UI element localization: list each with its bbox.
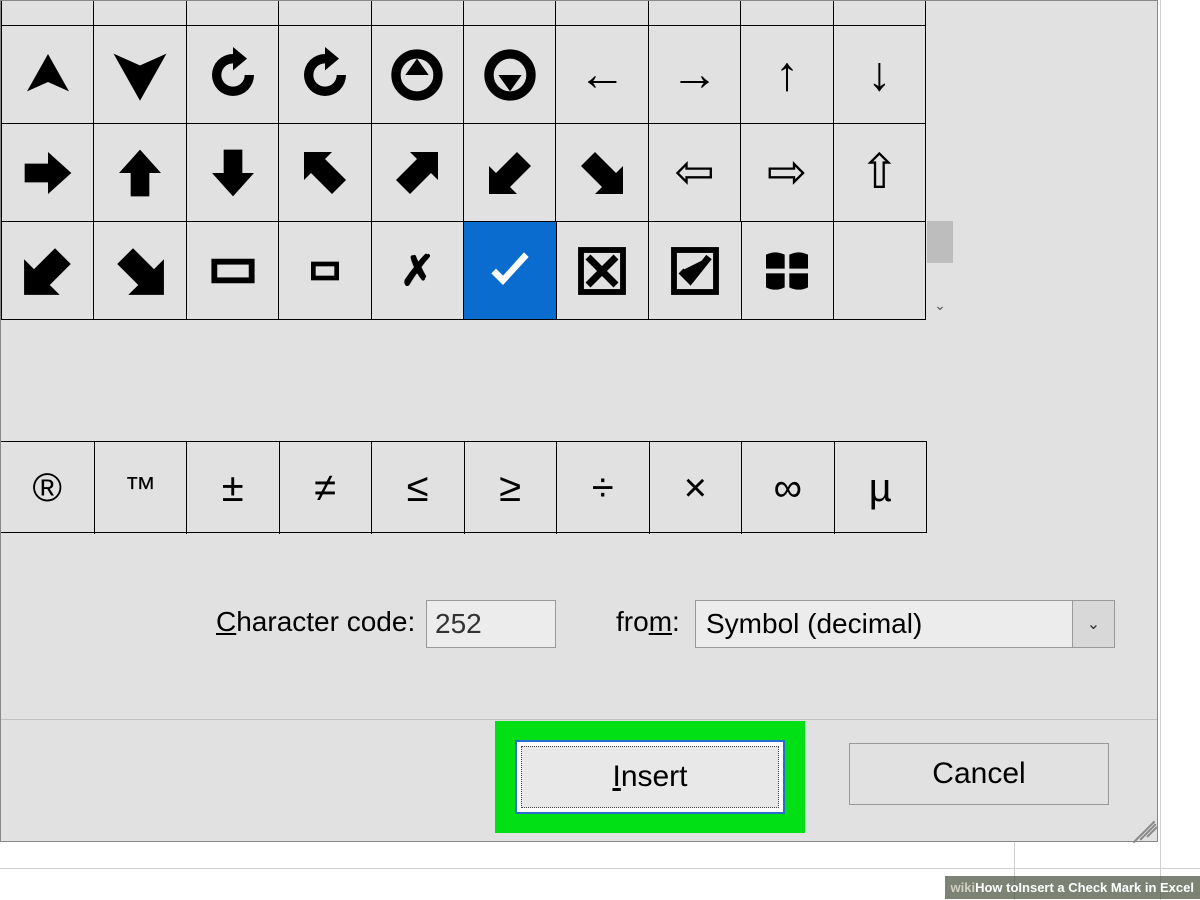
insert-button-focus: Insert	[515, 740, 785, 814]
symbol-arrow-down-bold[interactable]	[186, 123, 278, 221]
symbol-check-box[interactable]	[648, 221, 740, 319]
symbol-cell[interactable]	[278, 1, 370, 25]
symbol-circle-arrow-right[interactable]	[278, 25, 370, 123]
symbol-arrow-right-outline[interactable]: ⇨	[740, 123, 832, 221]
tutorial-highlight: Insert	[495, 721, 805, 833]
symbol-cell[interactable]	[371, 1, 463, 25]
symbol-cell[interactable]	[833, 1, 925, 25]
symbol-x-mark[interactable]: ✗	[371, 221, 463, 319]
symbol-arrow-downleft-bold[interactable]	[463, 123, 555, 221]
recent-multiply[interactable]: ×	[649, 442, 742, 534]
scrollbar-thumb[interactable]	[927, 221, 953, 263]
symbol-x-box[interactable]	[556, 221, 648, 319]
controls-row: Character code: from: Symbol (decimal) ⌄	[1, 606, 1157, 656]
symbol-arrow-up-outline[interactable]	[1, 25, 93, 123]
symbol-rectangle-small[interactable]	[278, 221, 370, 319]
symbol-arrow-downright-outline[interactable]	[93, 221, 185, 319]
symbol-cell[interactable]	[93, 1, 185, 25]
symbol-row: ← → ↑ ↓	[1, 25, 925, 123]
symbol-cell[interactable]	[186, 1, 278, 25]
character-code-label: Character code:	[216, 606, 415, 638]
symbol-arrow-downleft-outline[interactable]	[1, 221, 93, 319]
symbol-cell[interactable]	[1, 1, 93, 25]
symbol-arrow-left-outline[interactable]: ⇦	[648, 123, 740, 221]
symbol-cell[interactable]	[555, 1, 647, 25]
from-label: from:	[616, 606, 680, 638]
symbol-cell[interactable]	[648, 1, 740, 25]
chevron-down-icon[interactable]: ⌄	[1072, 601, 1114, 647]
dialog-button-row: Insert Cancel	[1, 741, 1157, 833]
symbol-arrow-downright-bold[interactable]	[555, 123, 647, 221]
symbol-arrow-right-bold[interactable]	[1, 123, 93, 221]
from-dropdown[interactable]: Symbol (decimal) ⌄	[695, 600, 1115, 648]
scrollbar-down-icon[interactable]: ⌄	[927, 291, 953, 319]
symbol-cell-empty[interactable]	[833, 221, 925, 319]
symbol-arrow-down-outline[interactable]	[93, 25, 185, 123]
recent-plus-minus[interactable]: ±	[186, 442, 279, 534]
watermark-text: wikiHow to Insert a Check Mark in Excel	[945, 876, 1200, 899]
recent-registered[interactable]: ®	[1, 442, 94, 534]
symbol-rectangle[interactable]	[186, 221, 278, 319]
recent-divide[interactable]: ÷	[556, 442, 649, 534]
symbol-arrow-upright-bold[interactable]	[371, 123, 463, 221]
symbol-circle-arrow-left[interactable]	[186, 25, 278, 123]
character-code-input[interactable]	[426, 600, 556, 648]
symbol-arrow-down[interactable]: ↓	[833, 25, 925, 123]
separator	[1, 719, 1157, 720]
symbol-arrow-up[interactable]: ↑	[740, 25, 832, 123]
recent-micro[interactable]: µ	[834, 442, 927, 534]
symbol-cell[interactable]	[740, 1, 832, 25]
recent-less-equal[interactable]: ≤	[371, 442, 464, 534]
symbol-grid: ← → ↑ ↓ ⇦ ⇨ ⇧ ✗	[1, 1, 926, 320]
cancel-button[interactable]: Cancel	[849, 743, 1109, 805]
symbol-circle-arrow-up[interactable]	[371, 25, 463, 123]
insert-button[interactable]: Insert	[521, 746, 779, 808]
recent-infinity[interactable]: ∞	[741, 442, 834, 534]
symbol-row: ⇦ ⇨ ⇧	[1, 123, 925, 221]
recent-greater-equal[interactable]: ≥	[464, 442, 557, 534]
symbol-row: ✗	[1, 221, 925, 319]
symbol-circle-arrow-down[interactable]	[463, 25, 555, 123]
symbol-arrow-right[interactable]: →	[648, 25, 740, 123]
symbol-arrow-up-outline2[interactable]: ⇧	[833, 123, 925, 221]
symbol-row-partial	[1, 1, 925, 25]
symbol-arrow-up-bold[interactable]	[93, 123, 185, 221]
recent-symbols-grid: ® ™ ± ≠ ≤ ≥ ÷ × ∞ µ	[1, 441, 927, 533]
wikihow-watermark: wikiHow to Insert a Check Mark in Excel	[0, 874, 1200, 900]
recent-trademark[interactable]: ™	[94, 442, 187, 534]
symbol-windows-logo[interactable]	[741, 221, 833, 319]
from-dropdown-value: Symbol (decimal)	[696, 608, 1072, 640]
scrollbar[interactable]: ⌄	[927, 1, 953, 319]
symbol-cell[interactable]	[463, 1, 555, 25]
symbol-arrow-upleft-bold[interactable]	[278, 123, 370, 221]
symbol-dialog: ← → ↑ ↓ ⇦ ⇨ ⇧ ✗	[0, 0, 1158, 842]
symbol-arrow-left[interactable]: ←	[555, 25, 647, 123]
resize-grip-icon[interactable]	[1127, 811, 1155, 839]
recent-not-equal[interactable]: ≠	[279, 442, 372, 534]
symbol-check-mark[interactable]	[463, 221, 555, 319]
